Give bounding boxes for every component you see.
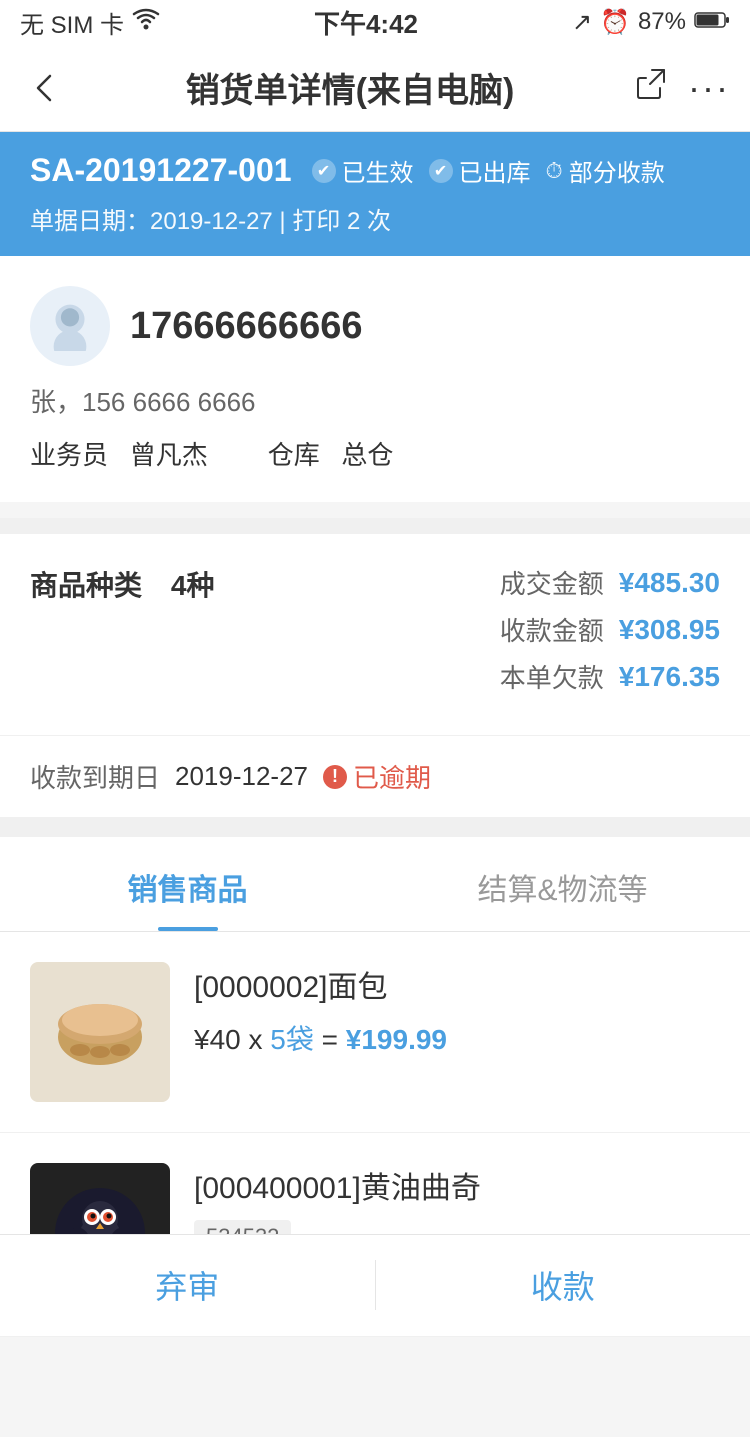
product-name-1: [0000002]面包 xyxy=(194,962,720,1006)
bottom-toolbar: 弃审 收款 xyxy=(0,1234,750,1334)
alarm-icon: ⏰ xyxy=(600,8,630,37)
customer-top: 17666666666 xyxy=(30,286,720,366)
deal-label: 成交金额 xyxy=(500,564,604,601)
divider-1 xyxy=(0,518,750,534)
product-price-1: ¥40 x 5袋 = ¥199.99 xyxy=(194,1018,720,1058)
checkmark-icon: ✔ xyxy=(312,159,336,183)
customer-card: 17666666666 张，156 6666 6666 业务员 曾凡杰 仓库 总… xyxy=(0,256,750,502)
category-count: 4种 xyxy=(171,570,215,601)
badge-active: ✔ 已生效 xyxy=(312,153,414,188)
status-bar: 无 SIM 卡 下午4:42 ↗ ⏰ 87% xyxy=(0,0,750,44)
tab-settlement[interactable]: 结算&物流等 xyxy=(375,837,750,931)
order-id: SA-20191227-001 xyxy=(30,152,292,189)
status-time: 下午4:42 xyxy=(314,4,418,41)
order-header-top: SA-20191227-001 ✔ 已生效 ✔ 已出库 ⏱ 部分收款 xyxy=(30,152,720,189)
received-label: 收款金额 xyxy=(500,611,604,648)
warehouse-value: 总仓 xyxy=(341,440,393,470)
deal-amount: ¥485.30 xyxy=(619,567,720,599)
qty-value-1: 5袋 xyxy=(270,1024,314,1055)
received-amount: ¥308.95 xyxy=(619,614,720,646)
wifi-icon xyxy=(132,8,160,37)
share-button[interactable] xyxy=(632,66,668,110)
customer-details: 业务员 曾凡杰 仓库 总仓 xyxy=(30,435,720,472)
product-name-2: [000400001]黄油曲奇 xyxy=(194,1163,720,1207)
order-header: SA-20191227-001 ✔ 已生效 ✔ 已出库 ⏱ 部分收款 单据日期：… xyxy=(0,132,750,256)
due-date-row: 收款到期日 2019-12-27 ! 已逾期 xyxy=(0,735,750,817)
owed-label: 本单欠款 xyxy=(500,658,604,695)
overdue-icon: ! xyxy=(323,765,347,789)
received-row: 收款金额 ¥308.95 xyxy=(500,611,720,648)
owed-row: 本单欠款 ¥176.35 xyxy=(500,658,720,695)
total-value-1: ¥199.99 xyxy=(346,1024,447,1055)
salesperson-label: 业务员 xyxy=(30,440,108,470)
order-sub-info: 单据日期：2019-12-27 | 打印 2 次 xyxy=(30,201,720,236)
battery-icon xyxy=(694,8,730,36)
nav-actions: ··· xyxy=(632,66,730,110)
battery-text: 87% xyxy=(638,8,686,36)
tabs: 销售商品 结算&物流等 xyxy=(0,837,750,932)
due-date-value: 2019-12-27 xyxy=(175,761,308,792)
salesperson-row: 业务员 曾凡杰 xyxy=(30,435,208,472)
status-badges: ✔ 已生效 ✔ 已出库 ⏱ 部分收款 xyxy=(312,153,665,188)
badge-active-label: 已生效 xyxy=(342,153,414,188)
signal-text: 无 SIM 卡 xyxy=(20,5,124,40)
status-left: 无 SIM 卡 xyxy=(20,5,160,40)
stats-right: 成交金额 ¥485.30 收款金额 ¥308.95 本单欠款 ¥176.35 xyxy=(500,564,720,705)
location-icon: ↗ xyxy=(572,8,592,37)
customer-phone: 17666666666 xyxy=(130,305,362,348)
clock-icon: ⏱ xyxy=(546,158,563,184)
bottom-padding xyxy=(0,1337,750,1437)
more-button[interactable]: ··· xyxy=(688,67,730,109)
due-date-label: 收款到期日 xyxy=(30,758,160,795)
overdue-text: 已逾期 xyxy=(353,758,431,795)
warehouse-label: 仓库 xyxy=(268,440,320,470)
salesperson-value: 曾凡杰 xyxy=(130,440,208,470)
overdue-badge: ! 已逾期 xyxy=(323,758,431,795)
badge-partial-label: 部分收款 xyxy=(569,153,665,188)
deal-row: 成交金额 ¥485.30 xyxy=(500,564,720,601)
badge-shipped-label: 已出库 xyxy=(459,153,531,188)
collect-payment-button[interactable]: 收款 xyxy=(376,1242,750,1328)
page-title: 销货单详情(来自电脑) xyxy=(68,63,632,112)
warehouse-row: 仓库 总仓 xyxy=(268,435,394,472)
abandon-review-button[interactable]: 弃审 xyxy=(0,1242,375,1328)
tab-sales-goods[interactable]: 销售商品 xyxy=(0,837,375,931)
status-right: ↗ ⏰ 87% xyxy=(572,8,730,37)
product-image-bread xyxy=(30,962,170,1102)
price-value-1: ¥40 xyxy=(194,1024,241,1055)
badge-shipped: ✔ 已出库 xyxy=(429,153,531,188)
big-divider xyxy=(0,817,750,837)
back-button[interactable] xyxy=(20,56,68,120)
bread-icon xyxy=(30,962,170,1102)
stats-card: 商品种类 4种 成交金额 ¥485.30 收款金额 ¥308.95 本单欠款 ¥… xyxy=(0,534,750,735)
stats-left: 商品种类 4种 xyxy=(30,564,215,604)
product-info-1: [0000002]面包 ¥40 x 5袋 = ¥199.99 xyxy=(194,962,720,1058)
customer-contact: 张，156 6666 6666 xyxy=(30,382,720,419)
badge-partial: ⏱ 部分收款 xyxy=(546,153,665,188)
nav-bar: 销货单详情(来自电脑) ··· xyxy=(0,44,750,132)
category-label: 商品种类 xyxy=(30,570,142,601)
checkmark2-icon: ✔ xyxy=(429,159,453,183)
product-item: [0000002]面包 ¥40 x 5袋 = ¥199.99 xyxy=(0,932,750,1133)
owed-amount: ¥176.35 xyxy=(619,661,720,693)
avatar xyxy=(30,286,110,366)
